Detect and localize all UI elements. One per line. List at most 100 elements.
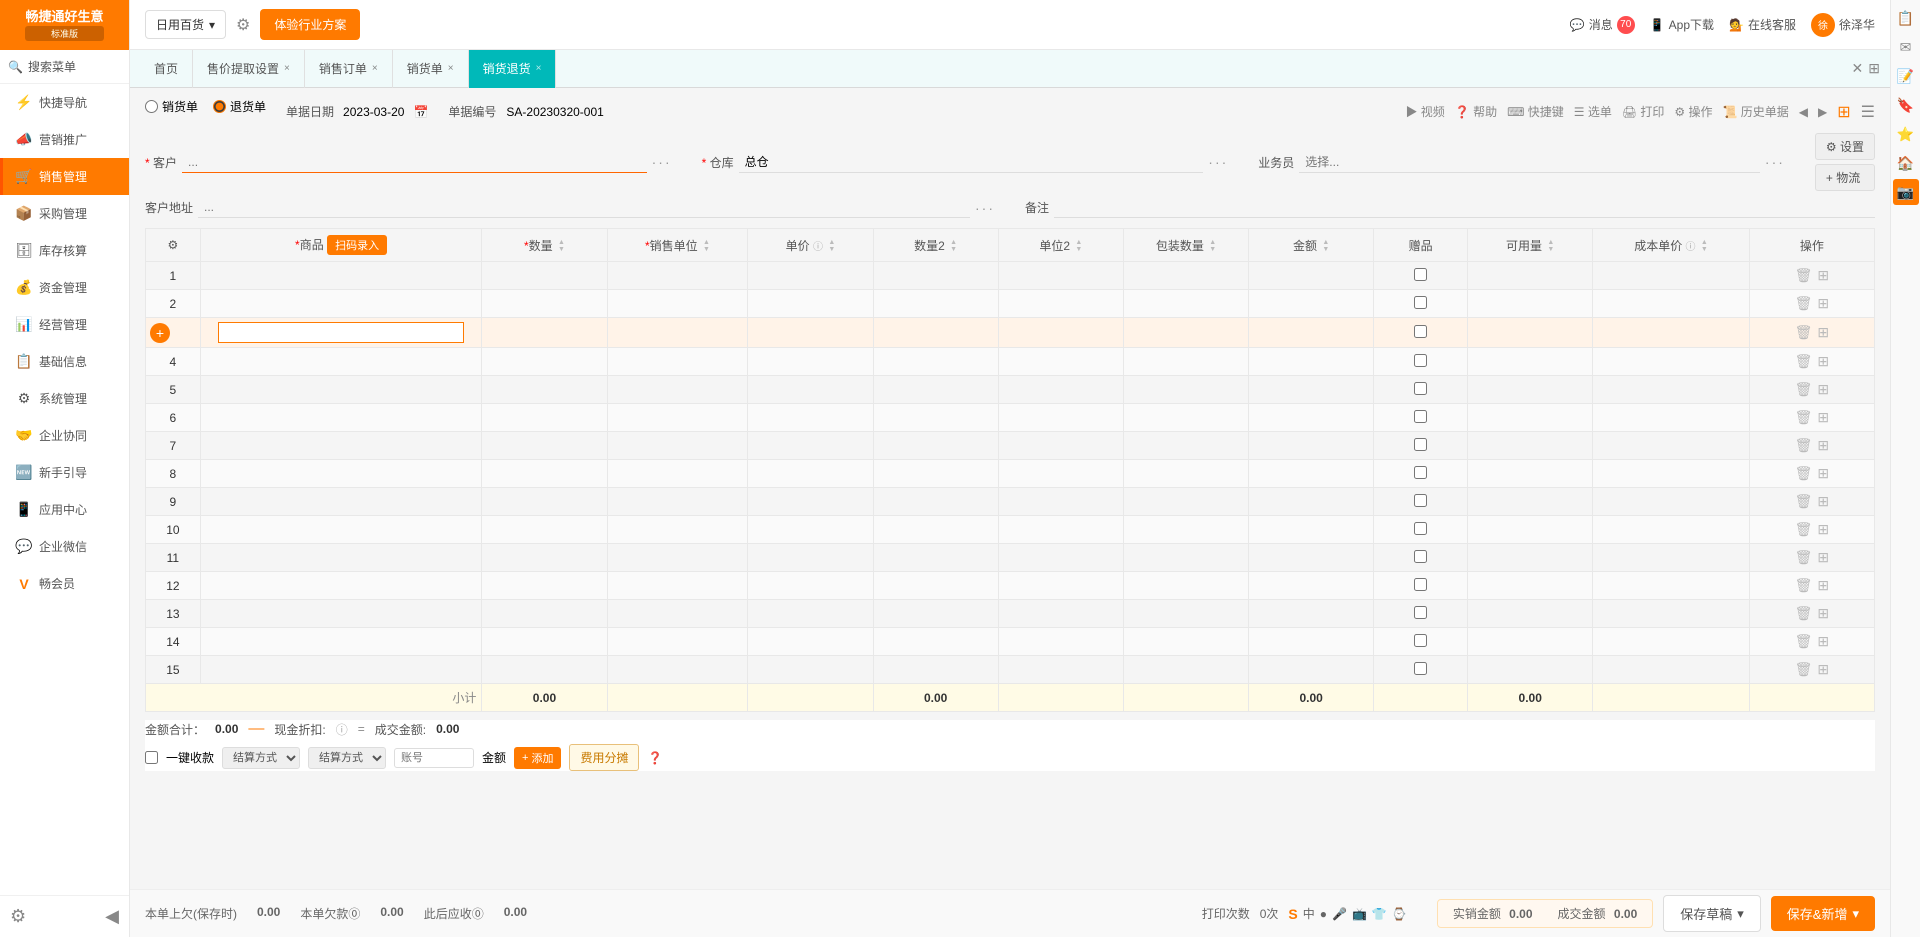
video-btn[interactable]: ▶ 视频	[1405, 103, 1444, 120]
tab-home[interactable]: 首页	[140, 50, 193, 88]
unit2-cell[interactable]	[998, 290, 1123, 318]
sidebar-item-marketing[interactable]: 📣 营销推广	[0, 121, 129, 158]
sidebar-item-member[interactable]: V 畅会员	[0, 565, 129, 602]
delete-row-icon[interactable]: 🗑	[1795, 324, 1813, 341]
radio-return-invoice[interactable]: 退货单	[213, 98, 266, 115]
copy-row-icon[interactable]: ⊞	[1817, 295, 1829, 312]
gift-checkbox[interactable]	[1414, 296, 1427, 309]
sales-unit-cell-active[interactable]	[607, 318, 748, 348]
sidebar-item-inventory[interactable]: 🗄 库存核算	[0, 232, 129, 269]
user-profile-btn[interactable]: 徐 徐泽华	[1811, 13, 1875, 37]
tab-sales-return[interactable]: 销货退货 ×	[469, 50, 557, 88]
unit-price-cell-active[interactable]	[748, 318, 873, 348]
help-btn[interactable]: ❓ 帮助	[1455, 103, 1497, 120]
delete-row-icon[interactable]: 🗑	[1795, 295, 1813, 312]
pack-qty-cell[interactable]	[1123, 262, 1248, 290]
status-icon-4[interactable]: 🎤	[1332, 907, 1347, 921]
message-btn[interactable]: 💬 消息 70	[1570, 16, 1635, 34]
copy-row-icon[interactable]: ⊞	[1817, 521, 1829, 538]
col-gear[interactable]: ⚙	[146, 229, 201, 262]
sidebar-item-management[interactable]: 📊 经营管理	[0, 306, 129, 343]
copy-row-icon[interactable]: ⊞	[1817, 353, 1829, 370]
collapse-icon[interactable]: ◀	[105, 906, 119, 927]
delete-row-icon[interactable]: 🗑	[1795, 267, 1813, 284]
sidebar-item-app-center[interactable]: 📱 应用中心	[0, 491, 129, 528]
qty-cell-active[interactable]	[482, 318, 607, 348]
gift-checkbox-active[interactable]	[1414, 325, 1427, 338]
sidebar-item-quick-nav[interactable]: ⚡ 快捷导航	[0, 84, 129, 121]
barcode-scan-button[interactable]: 扫码录入	[327, 235, 387, 255]
status-icon-7[interactable]: ⌚	[1392, 907, 1407, 921]
copy-row-icon[interactable]: ⊞	[1817, 465, 1829, 482]
shortcuts-btn[interactable]: ⌨ 快捷键	[1507, 103, 1564, 120]
delete-row-icon[interactable]: 🗑	[1795, 353, 1813, 370]
copy-row-icon[interactable]: ⊞	[1817, 409, 1829, 426]
product-cell[interactable]	[200, 262, 482, 290]
settlement-select[interactable]: 结算方式	[222, 747, 300, 769]
product-cell-active[interactable]	[200, 318, 482, 348]
save-new-button[interactable]: 保存&新增 ▾	[1771, 896, 1875, 931]
right-panel-note-btn[interactable]: 📝	[1893, 63, 1919, 89]
right-panel-home-btn[interactable]: 🏠	[1893, 150, 1919, 176]
delete-row-icon[interactable]: 🗑	[1795, 605, 1813, 622]
tab-close-icon[interactable]: ×	[448, 63, 454, 74]
right-panel-clipboard-btn[interactable]: 📋	[1893, 5, 1919, 31]
account-select[interactable]: 结算方式	[308, 747, 386, 769]
nav-next-icon[interactable]: ▶	[1818, 105, 1827, 119]
unit-price-cell[interactable]	[748, 262, 873, 290]
app-download-btn[interactable]: 📱 App下载	[1650, 16, 1714, 33]
sales-unit-cell[interactable]	[607, 290, 748, 318]
customer-dots-btn[interactable]: ···	[652, 154, 672, 170]
qty2-cell[interactable]	[873, 262, 998, 290]
sales-unit-cell[interactable]	[607, 262, 748, 290]
right-panel-camera-btn[interactable]: 📷	[1893, 179, 1919, 205]
right-panel-bookmark-btn[interactable]: 🔖	[1893, 92, 1919, 118]
qty2-cell[interactable]	[873, 290, 998, 318]
status-icon-5[interactable]: 📺	[1352, 907, 1367, 921]
delete-row-icon[interactable]: 🗑	[1795, 577, 1813, 594]
gift-checkbox[interactable]	[1414, 268, 1427, 281]
experience-button[interactable]: 体验行业方案	[260, 9, 360, 40]
sidebar-item-basic-info[interactable]: 📋 基础信息	[0, 343, 129, 380]
tab-price-settings[interactable]: 售价提取设置 ×	[193, 50, 305, 88]
delete-row-icon[interactable]: 🗑	[1795, 465, 1813, 482]
settings-button[interactable]: ⚙ 设置	[1815, 133, 1875, 160]
product-input-active[interactable]	[218, 322, 463, 343]
sidebar-item-finance[interactable]: 💰 资金管理	[0, 269, 129, 306]
unit2-cell-active[interactable]	[998, 318, 1123, 348]
grid-view-icon[interactable]: ⊞	[1837, 102, 1850, 122]
copy-row-icon[interactable]: ⊞	[1817, 661, 1829, 678]
delete-row-icon[interactable]: 🗑	[1795, 661, 1813, 678]
radio-return-invoice-input[interactable]	[213, 100, 226, 113]
amount-cell[interactable]	[1249, 290, 1374, 318]
right-panel-mail-btn[interactable]: ✉	[1893, 34, 1919, 60]
right-panel-star-btn[interactable]: ⭐	[1893, 121, 1919, 147]
gift-cell[interactable]	[1374, 290, 1468, 318]
delete-row-icon[interactable]: 🗑	[1795, 381, 1813, 398]
add-payment-button[interactable]: + 添加	[514, 747, 561, 769]
one-click-checkbox[interactable]	[145, 751, 158, 764]
copy-row-icon[interactable]: ⊞	[1817, 437, 1829, 454]
delete-row-icon[interactable]: 🗑	[1795, 633, 1813, 650]
product-cell[interactable]	[200, 290, 482, 318]
salesperson-dots-btn[interactable]: ···	[1765, 154, 1785, 170]
sidebar-item-wechat[interactable]: 💬 企业微信	[0, 528, 129, 565]
minus-button[interactable]: —	[248, 720, 264, 738]
fee-help-icon[interactable]: ❓	[647, 751, 662, 765]
warehouse-input[interactable]	[739, 152, 1204, 173]
account-input[interactable]	[394, 748, 474, 768]
pack-qty-cell-active[interactable]	[1123, 318, 1248, 348]
unit-price-cell[interactable]	[748, 290, 873, 318]
operation-btn[interactable]: ⚙ 操作	[1674, 103, 1712, 120]
online-service-btn[interactable]: 💁 在线客服	[1729, 16, 1796, 33]
add-row-button[interactable]: +	[150, 323, 170, 343]
gift-cell[interactable]	[1374, 262, 1468, 290]
delete-row-icon[interactable]: 🗑	[1795, 549, 1813, 566]
salesperson-input[interactable]	[1299, 152, 1760, 173]
company-dropdown[interactable]: 日用百货 ▾	[145, 10, 226, 39]
status-icon-2[interactable]: 中	[1303, 905, 1315, 922]
sidebar-item-newbie[interactable]: 🆕 新手引导	[0, 454, 129, 491]
customer-input[interactable]	[182, 152, 647, 173]
status-icon-3[interactable]: ●	[1320, 907, 1327, 921]
tab-maximize-icon[interactable]: ✕	[1852, 60, 1864, 77]
